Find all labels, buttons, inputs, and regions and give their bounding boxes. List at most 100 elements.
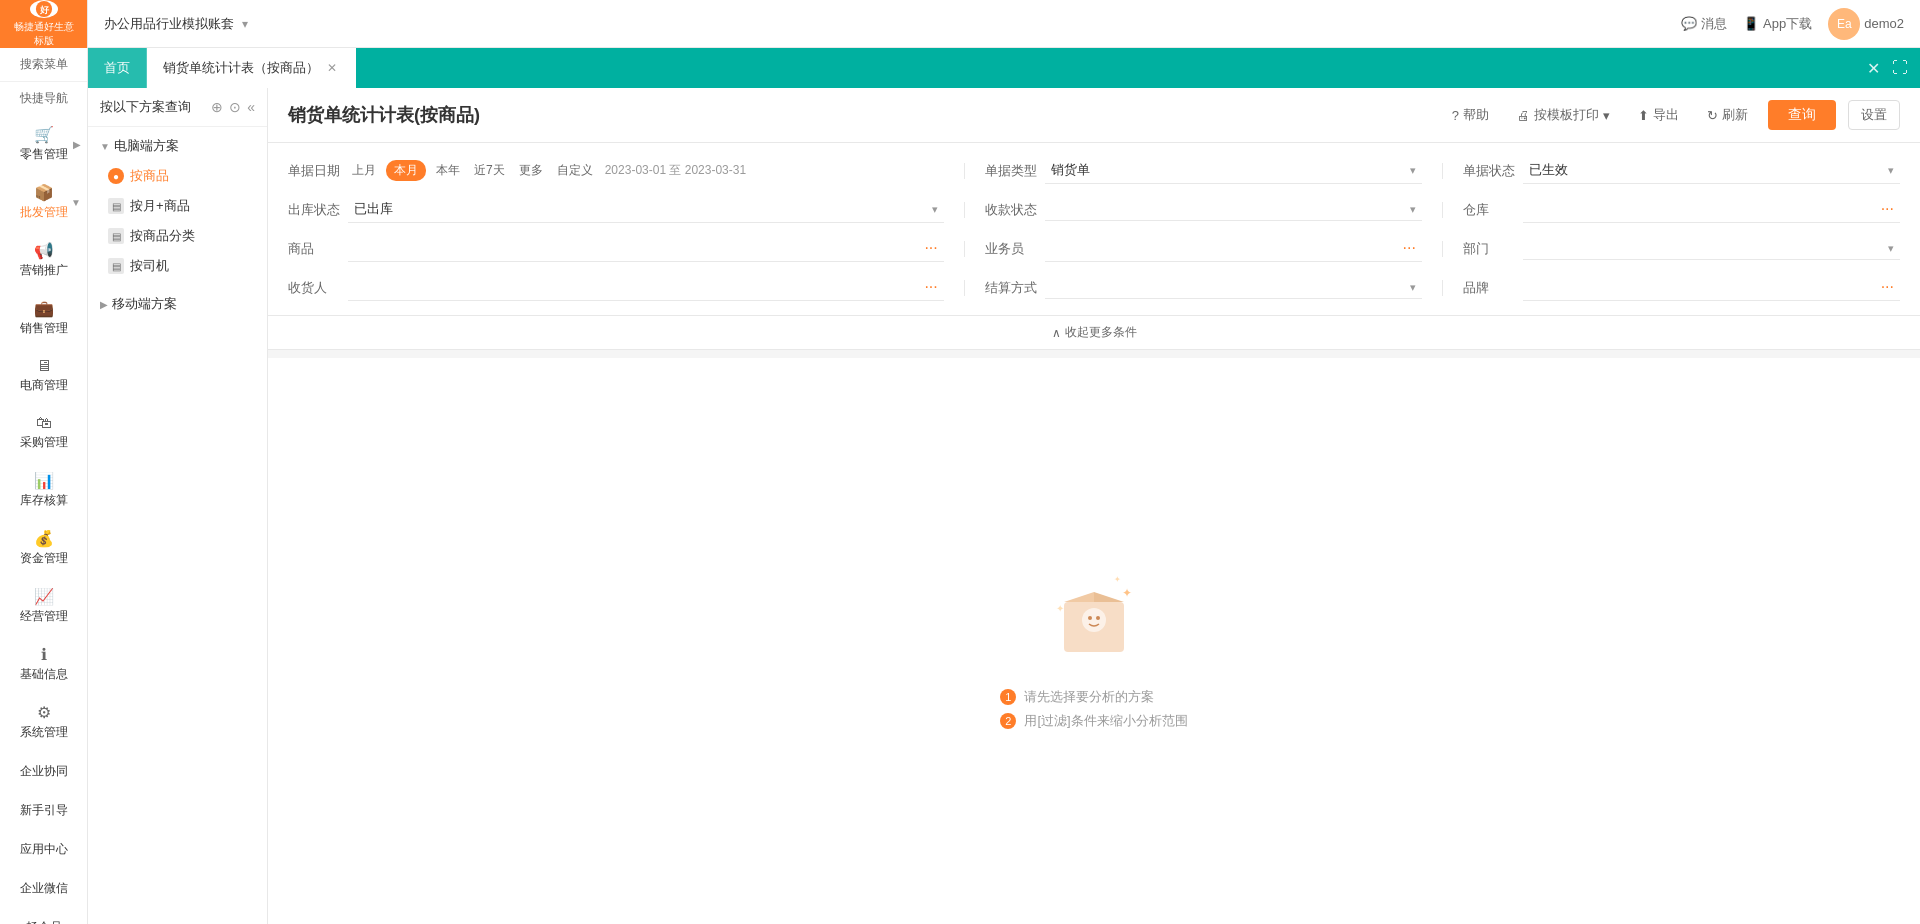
collapse-panel-icon[interactable]: « [247, 99, 255, 115]
sidebar-item-member[interactable]: 畅会员 [0, 907, 87, 924]
warehouse-select[interactable]: ··· [1523, 196, 1900, 223]
quick-nav-label[interactable]: 快捷导航 [20, 91, 68, 105]
out-status-select[interactable]: 已出库 ▾ [348, 196, 944, 223]
this-month-btn[interactable]: 本月 [386, 160, 426, 181]
sidebar-item-sales[interactable]: 💼 销售管理 [0, 289, 87, 347]
sidebar-item-appcenter[interactable]: 应用中心 [0, 829, 87, 868]
recipient-dots[interactable]: ··· [924, 278, 937, 296]
empty-tip-2: 2 用[过滤]条件来缩小分析范围 [1000, 712, 1187, 730]
svg-point-5 [1082, 608, 1106, 632]
sidebar-item-operations[interactable]: 📈 经营管理 [0, 577, 87, 635]
ecommerce-label: 电商管理 [4, 377, 83, 394]
user-menu[interactable]: Ea demo2 [1828, 8, 1904, 40]
sidebar-item-marketing[interactable]: 📢 营销推广 [0, 231, 87, 289]
sidebar-item-basic[interactable]: ℹ 基础信息 [0, 635, 87, 693]
brand-select[interactable]: ··· [1523, 274, 1900, 301]
filter-recipient: 收货人 ··· [288, 274, 944, 301]
filter-date: 单据日期 上月 本月 本年 近7天 更多 自定义 2023-03-01 至 20… [288, 160, 944, 181]
dept-select[interactable]: ▾ [1523, 238, 1900, 260]
product-dots[interactable]: ··· [924, 239, 937, 257]
app-download-icon: 📱 [1743, 16, 1759, 31]
appcenter-label: 应用中心 [4, 841, 83, 858]
out-status-label: 出库状态 [288, 201, 348, 219]
product-select[interactable]: ··· [348, 235, 944, 262]
more-btn[interactable]: 更多 [515, 160, 547, 181]
sidebar-item-purchase[interactable]: 🛍 采购管理 [0, 404, 87, 461]
home-tab-label: 首页 [104, 59, 130, 77]
sidebar-item-ecommerce[interactable]: 🖥 电商管理 [0, 347, 87, 404]
tip-2-label: 用[过滤]条件来缩小分析范围 [1024, 712, 1187, 730]
custom-btn[interactable]: 自定义 [553, 160, 597, 181]
doc-status-select[interactable]: 已生效 ▾ [1523, 157, 1900, 184]
brand-label: 品牌 [1463, 279, 1523, 297]
divider-3 [964, 202, 965, 218]
prev-month-btn[interactable]: 上月 [348, 160, 380, 181]
industry-label: 办公用品行业模拟账套 [104, 15, 234, 33]
settings-button[interactable]: 设置 [1848, 100, 1900, 130]
sidebar-item-cooperation[interactable]: 企业协同 [0, 751, 87, 790]
refresh-button[interactable]: ↻ 刷新 [1699, 102, 1756, 128]
sidebar-item-guide[interactable]: 新手引导 [0, 790, 87, 829]
add-scheme-icon[interactable]: ⊕ [211, 99, 223, 115]
quick-nav[interactable]: 快捷导航 [0, 82, 87, 115]
staff-select[interactable]: ··· [1045, 235, 1422, 262]
sidebar-item-finance[interactable]: 💰 资金管理 [0, 519, 87, 577]
warehouse-dots[interactable]: ··· [1881, 200, 1894, 218]
out-status-value: 已出库 [354, 200, 928, 218]
sidebar-item-inventory[interactable]: 📊 库存核算 [0, 461, 87, 519]
tab-close-icon[interactable]: ✕ [325, 59, 339, 77]
doc-status-label: 单据状态 [1463, 162, 1523, 180]
tab-close-all-icon[interactable]: ✕ [1867, 59, 1880, 78]
collapse-bar[interactable]: ∧ 收起更多条件 [268, 316, 1920, 350]
sidebar-item-wholesale[interactable]: 📦 批发管理 ▼ [0, 173, 87, 231]
system-label: 系统管理 [4, 724, 83, 741]
last7-btn[interactable]: 近7天 [470, 160, 509, 181]
recipient-select[interactable]: ··· [348, 274, 944, 301]
basic-icon: ℹ [4, 645, 83, 664]
search-menu[interactable]: 搜索菜单 [0, 48, 87, 82]
filter-row-3: 商品 ··· 业务员 ··· [288, 235, 1900, 262]
search-menu-label[interactable]: 搜索菜单 [20, 57, 68, 71]
filter-product: 商品 ··· [288, 235, 944, 262]
tab-bar-right: ✕ ⛶ [1855, 48, 1920, 88]
sidebar-item-retail[interactable]: 🛒 零售管理 ▶ [0, 115, 87, 173]
message-button[interactable]: 💬 消息 [1681, 15, 1727, 33]
message-icon: 💬 [1681, 16, 1697, 31]
doc-type-select[interactable]: 销货单 ▾ [1045, 157, 1422, 184]
filter-doc-type: 单据类型 销货单 ▾ [985, 157, 1422, 184]
tab-home[interactable]: 首页 [88, 48, 147, 88]
settings-scheme-icon[interactable]: ⊙ [229, 99, 241, 115]
print-dropdown-icon[interactable]: ▾ [1603, 108, 1610, 123]
help-button[interactable]: ? 帮助 [1444, 102, 1497, 128]
industry-dropdown-icon[interactable]: ▾ [242, 17, 248, 31]
sidebar-item-system[interactable]: ⚙ 系统管理 [0, 693, 87, 751]
staff-dots[interactable]: ··· [1403, 239, 1416, 257]
scheme-group-mobile-header[interactable]: ▶ 移动端方案 [88, 289, 267, 319]
scheme-by-product[interactable]: ● 按商品 [96, 161, 267, 191]
filter-pay-status: 收款状态 ▾ [985, 199, 1422, 221]
tab-sales-report[interactable]: 销货单统计计表（按商品） ✕ [147, 48, 356, 88]
app-subtitle: 标版 [34, 34, 54, 48]
pay-status-select[interactable]: ▾ [1045, 199, 1422, 221]
this-year-btn[interactable]: 本年 [432, 160, 464, 181]
print-button[interactable]: 🖨 按模板打印 ▾ [1509, 102, 1618, 128]
scheme-by-month-product[interactable]: ▤ 按月+商品 [96, 191, 267, 221]
tip-num-2: 2 [1000, 713, 1016, 729]
settle-select[interactable]: ▾ [1045, 277, 1422, 299]
app-download-button[interactable]: 📱 App下载 [1743, 15, 1812, 33]
brand-dots[interactable]: ··· [1881, 278, 1894, 296]
retail-label: 零售管理 [4, 146, 83, 163]
scheme-by-clerk[interactable]: ▤ 按司机 [96, 251, 267, 281]
scheme-by-category[interactable]: ▤ 按商品分类 [96, 221, 267, 251]
query-label: 查询 [1788, 106, 1816, 124]
sidebar-item-wechat[interactable]: 企业微信 [0, 868, 87, 907]
desktop-group-arrow: ▼ [100, 141, 110, 152]
export-button[interactable]: ⬆ 导出 [1630, 102, 1687, 128]
scheme-group-desktop-header[interactable]: ▼ 电脑端方案 [88, 131, 267, 161]
query-button[interactable]: 查询 [1768, 100, 1836, 130]
tab-fullscreen-icon[interactable]: ⛶ [1892, 59, 1908, 77]
empty-state: ✦ ✦ ✦ 1 请先选择要分析的方案 2 用[过滤]条件来缩小分析范围 [268, 358, 1920, 924]
tip-num-1: 1 [1000, 689, 1016, 705]
settle-label: 结算方式 [985, 279, 1045, 297]
warehouse-label: 仓库 [1463, 201, 1523, 219]
